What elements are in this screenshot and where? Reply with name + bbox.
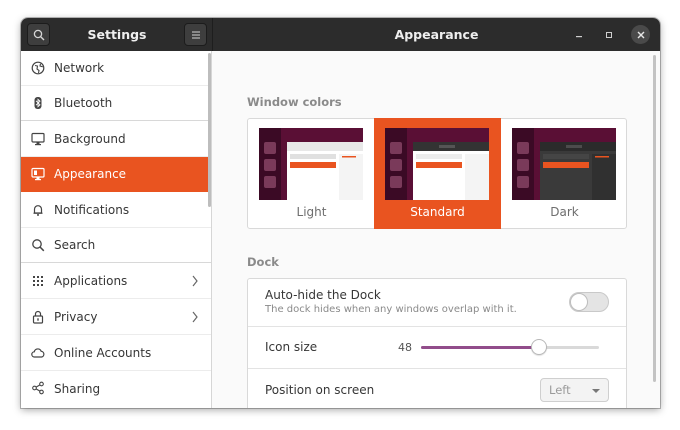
position-value: Left bbox=[549, 383, 571, 397]
sidebar-item-label: Online Accounts bbox=[54, 346, 152, 360]
theme-label-dark: Dark bbox=[550, 205, 579, 219]
theme-label-standard: Standard bbox=[410, 205, 465, 219]
sidebar-item-label: Search bbox=[54, 238, 96, 252]
sidebar-item-label: Notifications bbox=[54, 203, 130, 217]
sidebar-item-online-accounts[interactable]: Online Accounts bbox=[21, 336, 211, 371]
sidebar-scrollbar[interactable] bbox=[208, 53, 211, 207]
network-icon bbox=[31, 61, 45, 75]
minimize-icon bbox=[575, 35, 582, 37]
cloud-icon bbox=[31, 348, 45, 358]
window-colors-heading: Window colors bbox=[247, 95, 342, 109]
autohide-toggle[interactable] bbox=[569, 292, 609, 312]
search-icon bbox=[33, 29, 44, 40]
icon-size-value: 48 bbox=[398, 341, 412, 354]
sidebar-item-applications[interactable]: Applications bbox=[21, 264, 211, 299]
close-button[interactable] bbox=[631, 25, 650, 44]
icon-size-label: Icon size bbox=[265, 340, 318, 354]
icon-size-slider-fill bbox=[421, 346, 540, 349]
position-dropdown[interactable]: Left bbox=[540, 378, 609, 402]
sidebar-item-label: Applications bbox=[54, 274, 128, 288]
title-bar: Settings Appearance bbox=[21, 18, 660, 51]
theme-option-dark[interactable]: Dark bbox=[501, 118, 628, 229]
dock-settings: Auto-hide the Dock The dock hides when a… bbox=[247, 278, 627, 408]
dock-heading: Dock bbox=[247, 255, 279, 269]
dark-theme-preview bbox=[512, 128, 616, 200]
autohide-title: Auto-hide the Dock bbox=[265, 288, 381, 302]
icon-size-slider-knob[interactable] bbox=[531, 339, 548, 355]
light-theme-preview bbox=[259, 128, 363, 200]
sidebar-item-bluetooth[interactable]: Bluetooth bbox=[21, 86, 211, 121]
sidebar-item-sharing[interactable]: Sharing bbox=[21, 371, 211, 406]
appearance-panel: Window colors Light Standard Dark Dock A… bbox=[213, 51, 660, 408]
standard-theme-preview bbox=[385, 128, 489, 200]
monitor-icon bbox=[31, 132, 45, 146]
window-colors-picker: Light Standard Dark bbox=[247, 118, 627, 229]
theme-option-light[interactable]: Light bbox=[248, 118, 375, 229]
menu-button[interactable] bbox=[184, 23, 207, 46]
theme-option-standard[interactable]: Standard bbox=[374, 118, 501, 229]
sidebar-item-label: Appearance bbox=[54, 167, 127, 181]
bluetooth-icon bbox=[34, 97, 42, 109]
grid-icon bbox=[33, 276, 43, 286]
position-label: Position on screen bbox=[265, 383, 375, 397]
row-divider bbox=[248, 368, 626, 369]
maximize-icon bbox=[605, 31, 612, 38]
chevron-right-icon bbox=[192, 275, 198, 287]
hamburger-icon bbox=[191, 31, 200, 38]
settings-window: Settings Appearance Network Bluetooth Ba… bbox=[21, 18, 660, 408]
search-button[interactable] bbox=[27, 23, 50, 46]
sidebar-item-search[interactable]: Search bbox=[21, 228, 211, 263]
maximize-button[interactable] bbox=[599, 25, 618, 44]
lock-icon bbox=[32, 310, 44, 324]
row-divider bbox=[248, 326, 626, 327]
icon-size-slider-track[interactable] bbox=[421, 346, 599, 349]
page-title: Appearance bbox=[394, 27, 479, 42]
chevron-right-icon bbox=[192, 311, 198, 323]
toggle-knob bbox=[570, 293, 588, 311]
appearance-icon bbox=[31, 167, 45, 181]
sidebar-item-label: Background bbox=[54, 132, 126, 146]
sidebar-item-privacy[interactable]: Privacy bbox=[21, 300, 211, 335]
sidebar-item-notifications[interactable]: Notifications bbox=[21, 193, 211, 228]
sidebar-item-network[interactable]: Network bbox=[21, 51, 211, 86]
sidebar: Network Bluetooth Background Appearance … bbox=[21, 51, 212, 408]
search-icon bbox=[32, 239, 45, 252]
settings-title: Settings bbox=[87, 27, 147, 42]
sidebar-item-background[interactable]: Background bbox=[21, 122, 211, 157]
autohide-subtitle: The dock hides when any windows overlap … bbox=[265, 304, 517, 315]
share-icon bbox=[32, 381, 44, 395]
theme-label-light: Light bbox=[296, 205, 327, 219]
close-icon bbox=[637, 31, 644, 38]
sidebar-item-label: Sharing bbox=[54, 381, 101, 396]
bell-icon bbox=[33, 205, 43, 216]
dropdown-arrow-icon bbox=[592, 389, 600, 393]
sidebar-item-label: Network bbox=[54, 61, 105, 75]
sidebar-item-label: Privacy bbox=[54, 310, 98, 324]
content-scrollbar[interactable] bbox=[653, 55, 656, 382]
minimize-button[interactable] bbox=[569, 25, 588, 44]
sidebar-item-label: Bluetooth bbox=[54, 96, 113, 110]
sidebar-item-appearance[interactable]: Appearance bbox=[21, 157, 211, 192]
